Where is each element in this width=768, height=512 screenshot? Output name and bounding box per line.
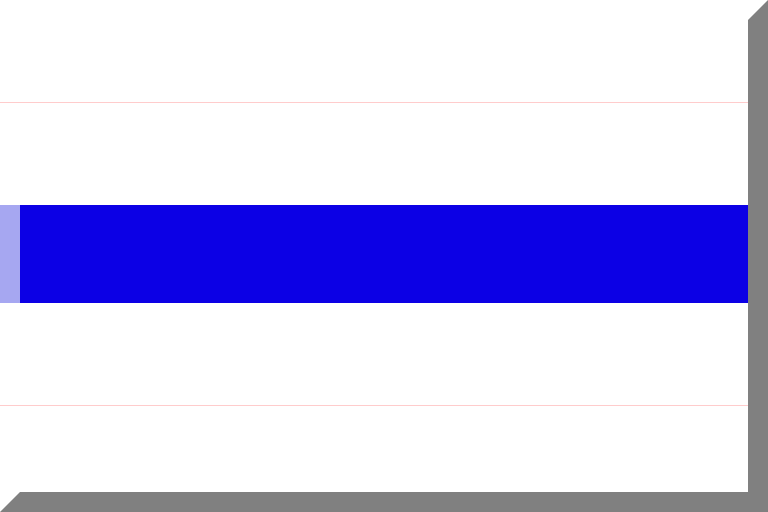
shadow-bottom-edge (20, 492, 748, 512)
blue-stripe-left-edge (0, 205, 20, 303)
blue-center-stripe (20, 205, 748, 303)
thin-red-line-bottom (0, 405, 768, 406)
shadow-top-right-corner (748, 0, 768, 20)
shadow-bottom-left-corner (0, 492, 20, 512)
thin-red-line-top (0, 102, 768, 103)
shadow-right-edge (748, 20, 768, 512)
